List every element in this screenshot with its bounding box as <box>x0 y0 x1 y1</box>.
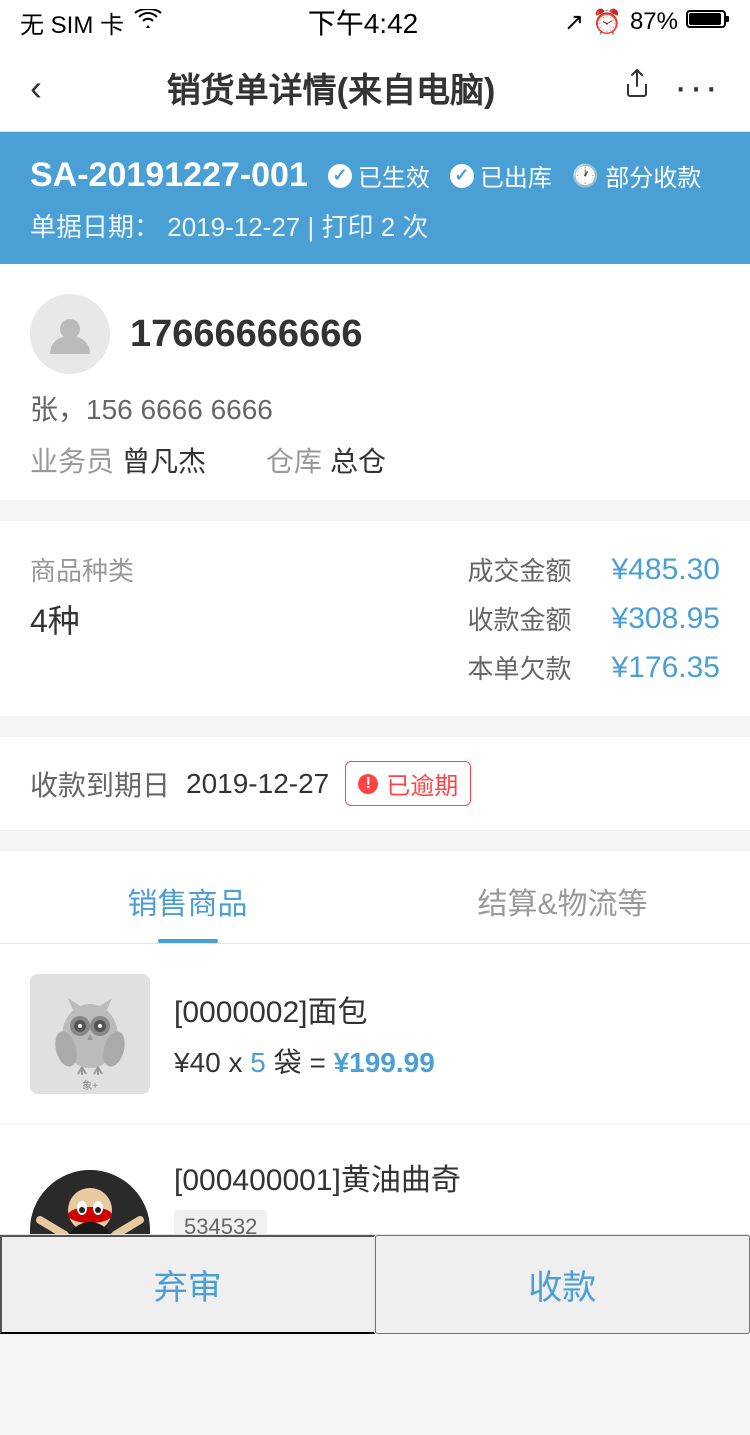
debt-amount: ¥176.35 <box>612 651 720 685</box>
sales-name: 曾凡杰 <box>122 440 206 480</box>
receipt-amount: ¥308.95 <box>612 602 720 636</box>
receipt-amount-row: 收款金额 ¥308.95 <box>468 600 720 637</box>
order-date-row: 单据日期： 2019-12-27 | 打印 2 次 <box>30 207 720 244</box>
types-value: 4种 <box>30 596 134 642</box>
product-thumbnail-1: 象+ <box>30 974 150 1094</box>
wifi-icon <box>134 8 162 36</box>
nav-actions: ··· <box>620 65 720 110</box>
order-header-banner: SA-20191227-001 ✓ 已生效 ✓ 已出库 🕐 部分收款 单据日期：… <box>0 132 750 264</box>
collect-payment-button[interactable]: 收款 <box>375 1235 750 1334</box>
back-button[interactable]: ‹ <box>30 67 42 109</box>
location-icon: ↗ <box>564 8 584 37</box>
due-date-value: 2019-12-27 <box>186 768 329 800</box>
tabs-section: 销售商品 结算&物流等 <box>0 851 750 944</box>
deal-amount-row: 成交金额 ¥485.30 <box>468 551 720 588</box>
stats-section: 商品种类 4种 成交金额 ¥485.30 收款金额 ¥308.95 本单欠款 ¥… <box>0 521 750 717</box>
badge-shipped: ✓ 已出库 <box>450 158 552 193</box>
status-left: 无 SIM 卡 <box>20 5 162 40</box>
customer-section: 17666666666 张，156 6666 6666 业务员 曾凡杰 仓库 总… <box>0 264 750 501</box>
deal-label: 成交金额 <box>468 551 572 588</box>
status-right: ↗ ⏰ 87% <box>564 8 730 37</box>
status-bar: 无 SIM 卡 下午4:42 ↗ ⏰ 87% <box>0 0 750 44</box>
warehouse-item: 仓库 总仓 <box>266 440 386 480</box>
stats-left: 商品种类 4种 <box>30 551 134 642</box>
status-time: 下午4:42 <box>308 2 419 42</box>
types-label: 商品种类 <box>30 551 134 588</box>
warehouse-label: 仓库 <box>266 440 322 480</box>
svg-text:象+: 象+ <box>82 1080 98 1092</box>
tab-sales-products[interactable]: 销售商品 <box>0 851 375 943</box>
print-separator: | 打印 <box>307 212 380 242</box>
due-label: 收款到期日 <box>30 764 170 804</box>
overdue-badge: ! 已逾期 <box>345 761 471 806</box>
badge-effective: ✓ 已生效 <box>328 158 430 193</box>
sales-item: 业务员 曾凡杰 <box>30 440 206 480</box>
debt-label: 本单欠款 <box>468 649 572 686</box>
product-name-2: [000400001]黄油曲奇 <box>174 1155 720 1199</box>
order-id: SA-20191227-001 <box>30 156 308 195</box>
receipt-label: 收款金额 <box>468 600 572 637</box>
carrier-label: 无 SIM 卡 <box>20 5 124 40</box>
customer-avatar <box>30 294 110 374</box>
overdue-text: 已逾期 <box>386 766 458 801</box>
product-info-1: [0000002]面包 ¥40 x 5 袋 = ¥199.99 <box>174 987 720 1081</box>
tabs-row: 销售商品 结算&物流等 <box>0 851 750 943</box>
share-button[interactable] <box>620 67 654 109</box>
clock-icon: 🕐 <box>572 163 599 189</box>
warehouse-name: 总仓 <box>330 440 386 480</box>
nav-bar: ‹ 销货单详情(来自电脑) ··· <box>0 44 750 132</box>
tab-settlement-logistics[interactable]: 结算&物流等 <box>375 851 750 943</box>
order-date: 2019-12-27 <box>167 212 300 242</box>
cancel-review-button[interactable]: 弃审 <box>0 1235 375 1334</box>
badge-partial-payment: 🕐 部分收款 <box>572 158 701 193</box>
alarm-icon: ⏰ <box>592 8 622 37</box>
deal-amount: ¥485.30 <box>612 553 720 587</box>
product-qty-1: 5 <box>250 1047 266 1078</box>
print-suffix: 次 <box>402 212 428 242</box>
check-icon-2: ✓ <box>450 164 474 188</box>
customer-phone: 17666666666 <box>130 313 362 356</box>
battery-label: 87% <box>630 8 678 36</box>
debt-amount-row: 本单欠款 ¥176.35 <box>468 649 720 686</box>
more-button[interactable]: ··· <box>674 65 720 110</box>
customer-meta: 业务员 曾凡杰 仓库 总仓 <box>30 440 720 480</box>
bottom-bar: 弃审 收款 <box>0 1234 750 1334</box>
due-date-section: 收款到期日 2019-12-27 ! 已逾期 <box>0 737 750 831</box>
product-total-1: ¥199.99 <box>334 1047 435 1078</box>
sales-label: 业务员 <box>30 440 114 480</box>
overdue-icon: ! <box>358 774 378 794</box>
product-item: 象+ [0000002]面包 ¥40 x 5 袋 = ¥199.99 <box>0 944 750 1125</box>
battery-icon <box>686 8 730 37</box>
print-count: 2 <box>381 212 395 242</box>
page-title: 销货单详情(来自电脑) <box>167 63 496 112</box>
product-price-1: ¥40 x 5 袋 = ¥199.99 <box>174 1041 720 1081</box>
customer-name-phone: 张，156 6666 6666 <box>30 388 720 428</box>
check-icon-1: ✓ <box>328 164 352 188</box>
date-label: 单据日期： <box>30 212 160 242</box>
stats-right: 成交金额 ¥485.30 收款金额 ¥308.95 本单欠款 ¥176.35 <box>468 551 720 686</box>
product-name-1: [0000002]面包 <box>174 987 720 1031</box>
